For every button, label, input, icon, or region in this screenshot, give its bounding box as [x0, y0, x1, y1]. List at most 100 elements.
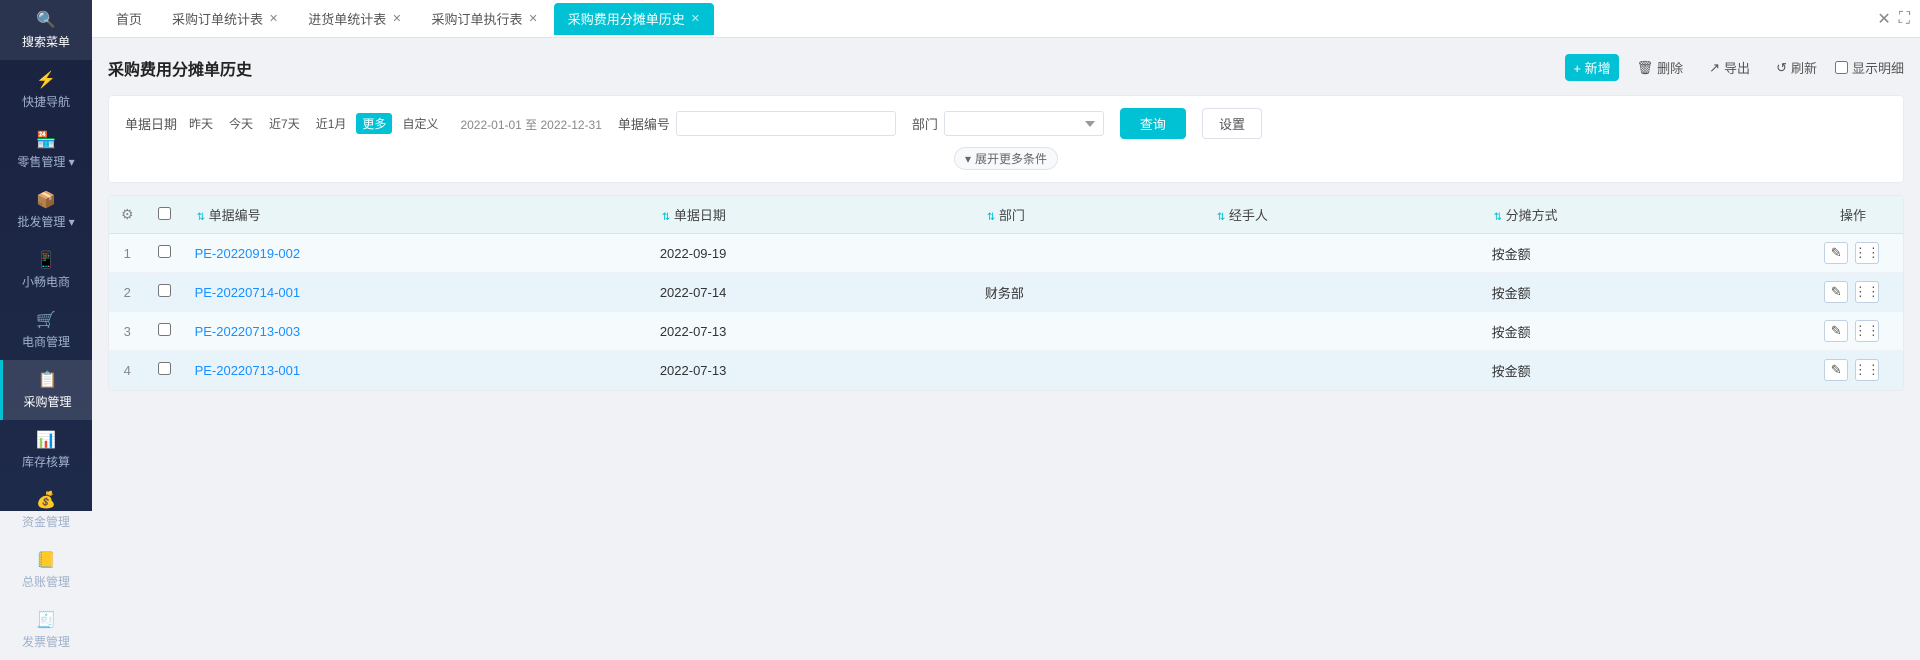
finance-icon: 💰	[0, 490, 92, 510]
date-more[interactable]: 更多	[356, 113, 392, 134]
expand-window-icon[interactable]: ⛶	[1899, 10, 1910, 28]
date-range-display: 2022-01-01 至 2022-12-31	[460, 114, 601, 133]
tab-inbound-stats[interactable]: 进货单统计表 ✕	[294, 3, 415, 35]
date-filter-label: 单据日期	[125, 114, 177, 133]
purchase-icon: 📋	[3, 370, 92, 390]
tab-close-purchase-cost-history[interactable]: ✕	[691, 12, 700, 25]
doc-no-input[interactable]	[676, 111, 896, 136]
row-checkbox-3[interactable]	[158, 323, 171, 336]
col-dept: ⇅ 部门	[973, 196, 1203, 234]
row-seq-1: 1	[109, 234, 146, 273]
expand-more-btn[interactable]: ▾ 展开更多条件	[954, 147, 1058, 170]
tab-purchase-cost-history[interactable]: 采购费用分摊单历史 ✕	[554, 3, 714, 35]
page-title: 采购费用分摊单历史	[108, 56, 252, 80]
edit-btn-3[interactable]: ✎	[1824, 320, 1848, 342]
row-checkbox-1[interactable]	[158, 245, 171, 258]
date-7days[interactable]: 近7天	[263, 113, 306, 134]
mobile-icon: 📱	[0, 250, 92, 270]
row-checkbox-2[interactable]	[158, 284, 171, 297]
date-yesterday[interactable]: 昨天	[183, 113, 219, 134]
sidebar-item-quick-nav[interactable]: ⚡ 快捷导航	[0, 60, 92, 120]
query-button[interactable]: 查询	[1120, 108, 1186, 139]
export-icon: ↗	[1709, 60, 1720, 76]
dept-filter: 部门 财务部	[912, 111, 1104, 136]
sidebar-item-inventory[interactable]: 📊 库存核算	[0, 420, 92, 480]
row-handler-3	[1203, 312, 1480, 351]
tab-close-purchase-order-stats[interactable]: ✕	[269, 12, 278, 25]
ledger-icon: 📒	[0, 550, 92, 570]
date-filter: 单据日期 昨天 今天 近7天 近1月 更多 自定义	[125, 113, 444, 134]
row-seq-4: 4	[109, 351, 146, 390]
export-button[interactable]: ↗ 导出	[1701, 54, 1758, 81]
more-btn-3[interactable]: ⋮⋮	[1855, 320, 1879, 342]
doc-no-link-3[interactable]: PE-20220713-003	[195, 324, 301, 339]
row-check-1	[146, 234, 183, 273]
dept-label: 部门	[912, 114, 938, 133]
row-check-2	[146, 273, 183, 312]
table-header: ⚙ ⇅ 单据编号 ⇅ 单据日期	[109, 196, 1903, 234]
col-doc-date: ⇅ 单据日期	[648, 196, 973, 234]
col-gear: ⚙	[109, 196, 146, 234]
sort-icon-split: ⇅	[1494, 212, 1502, 223]
sidebar-item-ledger[interactable]: 📒 总账管理	[0, 540, 92, 600]
ecommerce-icon: 🛒	[0, 310, 92, 330]
select-all-checkbox[interactable]	[158, 207, 171, 220]
date-1month[interactable]: 近1月	[310, 113, 353, 134]
tab-close-purchase-order-exec[interactable]: ✕	[529, 12, 538, 25]
edit-btn-1[interactable]: ✎	[1824, 242, 1848, 264]
more-btn-4[interactable]: ⋮⋮	[1855, 359, 1879, 381]
tab-purchase-order-stats[interactable]: 采购订单统计表 ✕	[158, 3, 292, 35]
date-custom[interactable]: 自定义	[396, 113, 444, 134]
row-actions-3: ✎ ⋮⋮	[1803, 312, 1903, 351]
settings-button[interactable]: 设置	[1202, 108, 1262, 139]
sidebar-item-search[interactable]: 🔍 搜索菜单	[0, 0, 92, 60]
sort-icon-doc-date: ⇅	[662, 212, 670, 223]
sidebar-item-ecommerce[interactable]: 🛒 电商管理	[0, 300, 92, 360]
close-all-tabs-icon[interactable]: ✕	[1877, 9, 1890, 29]
sort-icon-doc-no: ⇅	[197, 212, 205, 223]
sidebar-item-invoice[interactable]: 🧾 发票管理	[0, 600, 92, 660]
tab-home[interactable]: 首页	[102, 3, 156, 35]
sidebar-item-retail[interactable]: 🏪 零售管理 ▾	[0, 120, 92, 180]
row-doc-no-1: PE-20220919-002	[183, 234, 648, 273]
content-area: 采购费用分摊单历史 + 新增 🗑 删除 ↗ 导出 ↺ 刷新 显示明细	[92, 38, 1920, 511]
data-table-wrap: ⚙ ⇅ 单据编号 ⇅ 单据日期	[108, 195, 1904, 391]
more-btn-2[interactable]: ⋮⋮	[1855, 281, 1879, 303]
row-split-method-2: 按金额	[1480, 273, 1803, 312]
sidebar-item-finance[interactable]: 💰 资金管理	[0, 480, 92, 540]
sidebar-item-mobile[interactable]: 📱 小畅电商	[0, 240, 92, 300]
show-cols-checkbox[interactable]	[1835, 61, 1848, 74]
edit-btn-2[interactable]: ✎	[1824, 281, 1848, 303]
delete-icon: 🗑	[1637, 60, 1654, 76]
filter-row: 单据日期 昨天 今天 近7天 近1月 更多 自定义 2022-01-01 至 2…	[125, 108, 1887, 139]
sidebar-item-purchase[interactable]: 📋 采购管理	[0, 360, 92, 420]
expand-row: ▾ 展开更多条件	[125, 147, 1887, 170]
edit-btn-4[interactable]: ✎	[1824, 359, 1848, 381]
tab-purchase-order-exec[interactable]: 采购订单执行表 ✕	[417, 3, 551, 35]
delete-button[interactable]: 🗑 删除	[1629, 54, 1692, 81]
show-cols-toggle[interactable]: 显示明细	[1835, 58, 1904, 77]
toolbar: + 新增 🗑 删除 ↗ 导出 ↺ 刷新 显示明细	[1565, 54, 1904, 81]
row-check-4	[146, 351, 183, 390]
dept-select[interactable]: 财务部	[944, 111, 1104, 136]
row-doc-no-3: PE-20220713-003	[183, 312, 648, 351]
filter-panel: 单据日期 昨天 今天 近7天 近1月 更多 自定义 2022-01-01 至 2…	[108, 95, 1904, 183]
date-shortcuts: 昨天 今天 近7天 近1月 更多 自定义	[183, 113, 444, 134]
col-doc-no: ⇅ 单据编号	[183, 196, 648, 234]
col-action: 操作	[1803, 196, 1903, 234]
doc-no-link-1[interactable]: PE-20220919-002	[195, 246, 301, 261]
doc-no-link-2[interactable]: PE-20220714-001	[195, 285, 301, 300]
table-settings-icon[interactable]: ⚙	[121, 206, 134, 222]
tab-close-inbound-stats[interactable]: ✕	[392, 12, 401, 25]
sidebar-item-wholesale[interactable]: 📦 批发管理 ▾	[0, 180, 92, 240]
doc-no-link-4[interactable]: PE-20220713-001	[195, 363, 301, 378]
row-checkbox-4[interactable]	[158, 362, 171, 375]
quick-nav-icon: ⚡	[0, 70, 92, 90]
chevron-down-icon: ▾	[965, 152, 971, 166]
add-button[interactable]: + 新增	[1565, 54, 1618, 81]
refresh-button[interactable]: ↺ 刷新	[1768, 54, 1825, 81]
row-actions-4: ✎ ⋮⋮	[1803, 351, 1903, 390]
row-handler-2	[1203, 273, 1480, 312]
more-btn-1[interactable]: ⋮⋮	[1855, 242, 1879, 264]
date-today[interactable]: 今天	[223, 113, 259, 134]
